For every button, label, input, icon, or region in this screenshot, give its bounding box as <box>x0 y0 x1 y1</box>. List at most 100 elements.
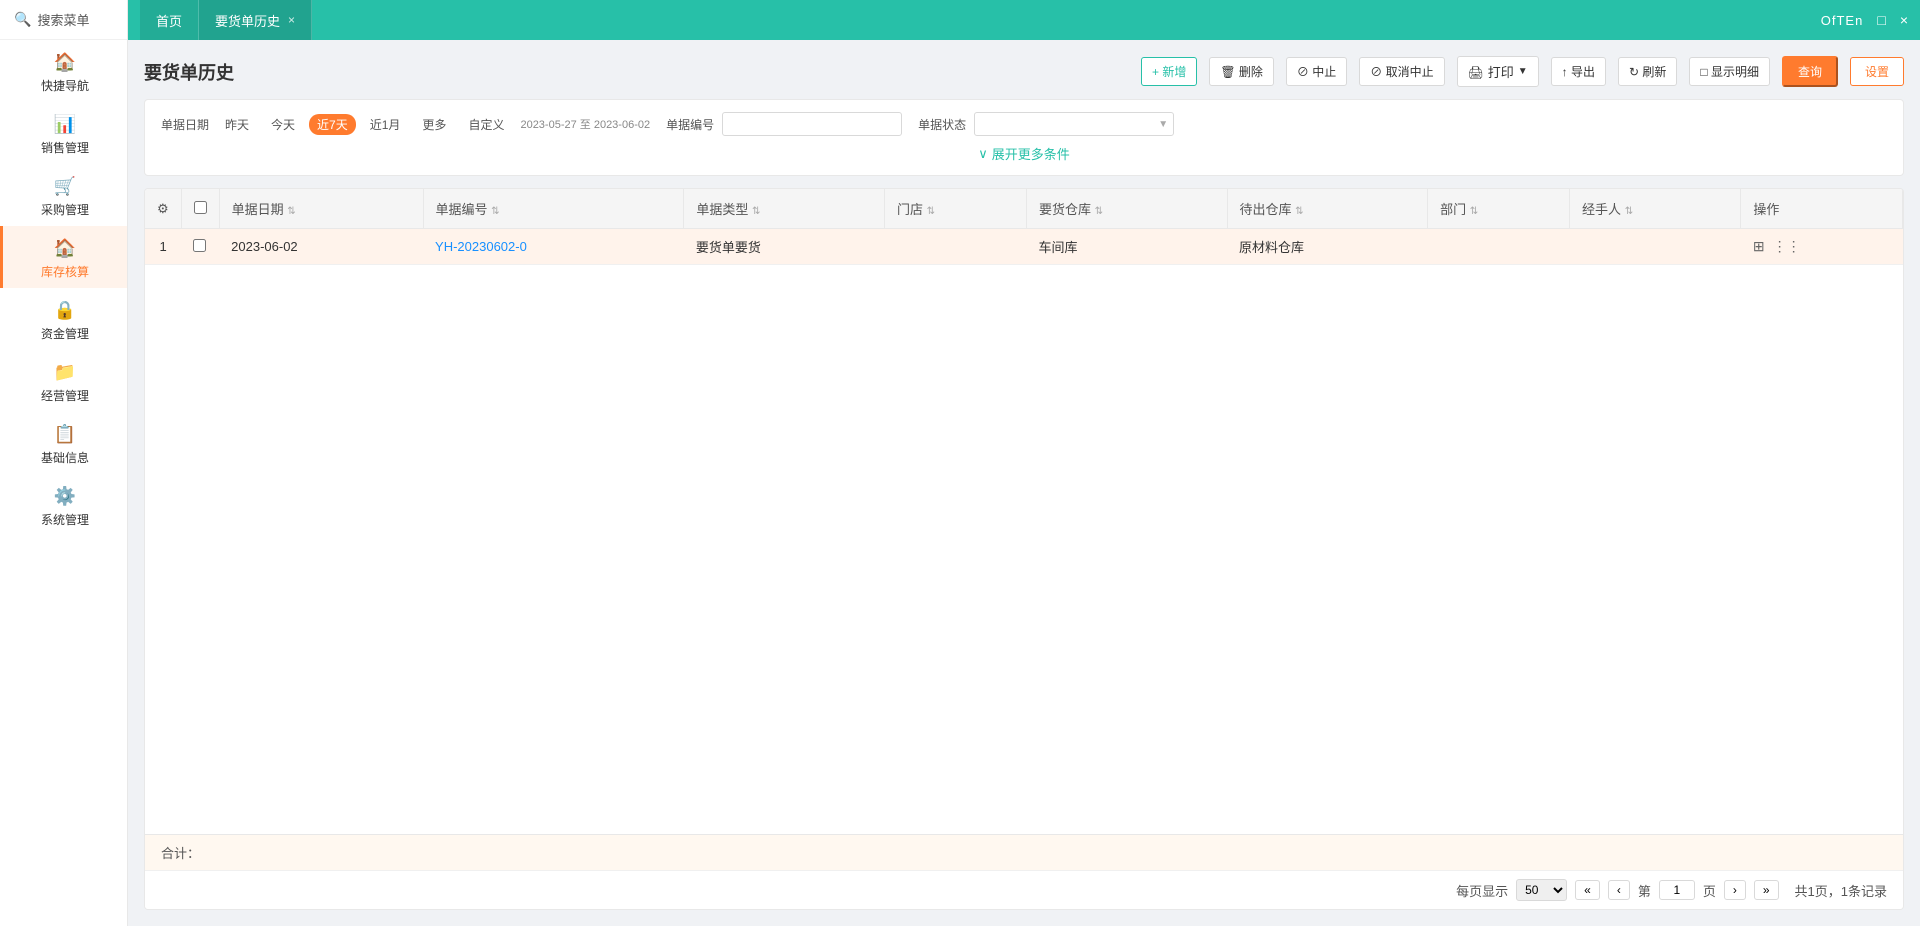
restore-button[interactable]: □ <box>1877 12 1885 28</box>
next-page-button[interactable]: › <box>1724 880 1746 900</box>
action-col-header: 操作 <box>1741 189 1903 229</box>
doc-no-input[interactable] <box>722 112 902 136</box>
gear-icon: ⚙️ <box>54 486 76 507</box>
close-button[interactable]: × <box>1900 12 1908 28</box>
home-icon: 🏠 <box>54 52 76 73</box>
sidebar-item-basic[interactable]: 📋 基础信息 <box>0 412 127 474</box>
search-icon: 🔍 <box>14 11 31 28</box>
handler-col-label: 经手人 <box>1582 202 1621 217</box>
doctype-col-header[interactable]: 单据类型 ⇅ <box>684 189 885 229</box>
sidebar-item-finance[interactable]: 🔒 资金管理 <box>0 288 127 350</box>
sort-icon: ⇅ <box>491 206 499 217</box>
row-doctype: 要货单要货 <box>684 229 885 265</box>
row-handler <box>1570 229 1741 265</box>
row-docno: YH-20230602-0 <box>423 229 684 265</box>
sidebar-item-operation[interactable]: 📁 经营管理 <box>0 350 127 412</box>
date-yesterday-btn[interactable]: 昨天 <box>217 114 257 135</box>
sort-icon: ⇅ <box>752 206 760 217</box>
tab-requisition-label: 要货单历史 <box>215 11 280 30</box>
page-number-input[interactable] <box>1659 880 1695 900</box>
settings-col-header[interactable]: ⚙ <box>145 189 181 229</box>
page-title: 要货单历史 <box>144 59 1141 85</box>
store-col-header[interactable]: 门店 ⇅ <box>884 189 1026 229</box>
docno-col-header[interactable]: 单据编号 ⇅ <box>423 189 684 229</box>
sidebar-item-system[interactable]: ⚙️ 系统管理 <box>0 474 127 536</box>
expand-label: 展开更多条件 <box>992 144 1070 163</box>
dept-col-header[interactable]: 部门 ⇅ <box>1428 189 1570 229</box>
sort-icon: ⇅ <box>1295 206 1303 217</box>
sidebar-item-label: 销售管理 <box>41 139 89 156</box>
date-range-display: 2023-05-27 至 2023-06-02 <box>520 116 650 132</box>
cart-icon: 🛒 <box>54 176 76 197</box>
date-today-btn[interactable]: 今天 <box>263 114 303 135</box>
tab-home[interactable]: 首页 <box>140 0 199 40</box>
row-pendingwarehouse: 原材料仓库 <box>1227 229 1428 265</box>
sidebar-item-label: 快捷导航 <box>41 77 89 94</box>
prev-page-button[interactable]: ‹ <box>1608 880 1630 900</box>
new-button[interactable]: + 新增 <box>1141 57 1197 86</box>
sidebar-item-sales[interactable]: 📊 销售管理 <box>0 102 127 164</box>
table-row: 1 2023-06-02 YH-20230602-0 要货单要货 车间库 <box>145 229 1903 265</box>
export-button[interactable]: ↑ 导出 <box>1551 57 1606 86</box>
handler-col-header[interactable]: 经手人 ⇅ <box>1570 189 1741 229</box>
date-col-header[interactable]: 单据日期 ⇅ <box>219 189 423 229</box>
settings-button[interactable]: 设置 <box>1850 57 1904 86</box>
totals-label: 合计： <box>161 843 200 862</box>
stop-button[interactable]: ⊘ 中止 <box>1286 57 1347 86</box>
status-select[interactable] <box>974 112 1174 136</box>
last-page-button[interactable]: » <box>1754 880 1779 900</box>
tab-close-button[interactable]: × <box>288 13 295 27</box>
tab-requisition-history[interactable]: 要货单历史 × <box>199 0 312 40</box>
toolbar: + 新增 🗑 删除 ⊘ 中止 ⊘ 取消中止 🖨 打印 ▼ ↑ 导出 ↻ 刷新 □… <box>1141 56 1904 87</box>
chevron-down-icon: ∨ <box>978 146 988 162</box>
page-label: 第 <box>1638 881 1651 900</box>
pendingwarehouse-col-header[interactable]: 待出仓库 ⇅ <box>1227 189 1428 229</box>
status-filter-group: 单据状态 ▼ <box>918 112 1174 136</box>
row-docno-link[interactable]: YH-20230602-0 <box>435 239 527 254</box>
query-button[interactable]: 查询 <box>1782 56 1838 87</box>
date-more-btn[interactable]: 更多 <box>414 114 454 135</box>
expand-more-button[interactable]: ∨ 展开更多条件 <box>978 144 1070 163</box>
print-button[interactable]: 🖨 打印 ▼ <box>1457 56 1539 87</box>
pagination: 每页显示 10 20 50 100 « ‹ 第 页 › » 共1页，1条记录 <box>145 870 1903 909</box>
table-section: ⚙ 单据日期 ⇅ 单据编号 ⇅ <box>144 188 1904 910</box>
date-col-label: 单据日期 <box>232 202 284 217</box>
refresh-button[interactable]: ↻ 刷新 <box>1618 57 1677 86</box>
first-page-button[interactable]: « <box>1575 880 1600 900</box>
filter-row: 单据日期 昨天 今天 近7天 近1月 更多 自定义 2023-05-27 至 2… <box>161 112 1887 136</box>
date-last7-btn[interactable]: 近7天 <box>309 114 356 135</box>
delete-button[interactable]: 🗑 删除 <box>1209 57 1274 86</box>
show-detail-button[interactable]: □ 显示明细 <box>1689 57 1770 86</box>
pendingwarehouse-col-label: 待出仓库 <box>1240 202 1292 217</box>
sort-icon: ⇅ <box>1470 206 1478 217</box>
sort-icon: ⇅ <box>287 206 295 217</box>
cancel-stop-button[interactable]: ⊘ 取消中止 <box>1359 57 1444 86</box>
sidebar-item-label: 系统管理 <box>41 511 89 528</box>
page-end-label: 页 <box>1703 881 1716 900</box>
clipboard-icon: 📋 <box>54 424 76 445</box>
sidebar-item-purchase[interactable]: 🛒 采购管理 <box>0 164 127 226</box>
brand-label: OfTEn <box>1821 13 1864 28</box>
expand-more-row: ∨ 展开更多条件 <box>161 144 1887 163</box>
sidebar-item-label: 资金管理 <box>41 325 89 342</box>
date-last-month-btn[interactable]: 近1月 <box>362 114 409 135</box>
date-filter-group: 单据日期 昨天 今天 近7天 近1月 更多 自定义 2023-05-27 至 2… <box>161 114 650 135</box>
row-select-checkbox[interactable] <box>193 239 206 252</box>
more-action-icon[interactable]: ⋮⋮ <box>1773 238 1801 255</box>
print-label: 🖨 打印 <box>1468 62 1514 81</box>
per-page-select[interactable]: 10 20 50 100 <box>1516 879 1567 901</box>
per-page-label: 每页显示 <box>1456 881 1508 900</box>
page-header: 要货单历史 + 新增 🗑 删除 ⊘ 中止 ⊘ 取消中止 🖨 打印 ▼ ↑ 导出 … <box>144 56 1904 87</box>
sidebar-item-inventory[interactable]: 🏠 库存核算 <box>0 226 127 288</box>
date-custom-btn[interactable]: 自定义 <box>460 114 512 135</box>
content-area: 要货单历史 + 新增 🗑 删除 ⊘ 中止 ⊘ 取消中止 🖨 打印 ▼ ↑ 导出 … <box>128 40 1920 926</box>
folder-icon: 📁 <box>54 362 76 383</box>
store-col-label: 门店 <box>897 202 923 217</box>
status-select-wrapper: ▼ <box>974 112 1174 136</box>
sidebar-item-quick-nav[interactable]: 🏠 快捷导航 <box>0 40 127 102</box>
reqwarehouse-col-header[interactable]: 要货仓库 ⇅ <box>1026 189 1227 229</box>
sidebar-search[interactable]: 🔍 搜索菜单 <box>0 0 127 40</box>
topbar-right: OfTEn □ × <box>1821 12 1908 28</box>
select-all-checkbox[interactable] <box>194 201 207 214</box>
view-action-icon[interactable]: ⊞ <box>1753 238 1765 255</box>
